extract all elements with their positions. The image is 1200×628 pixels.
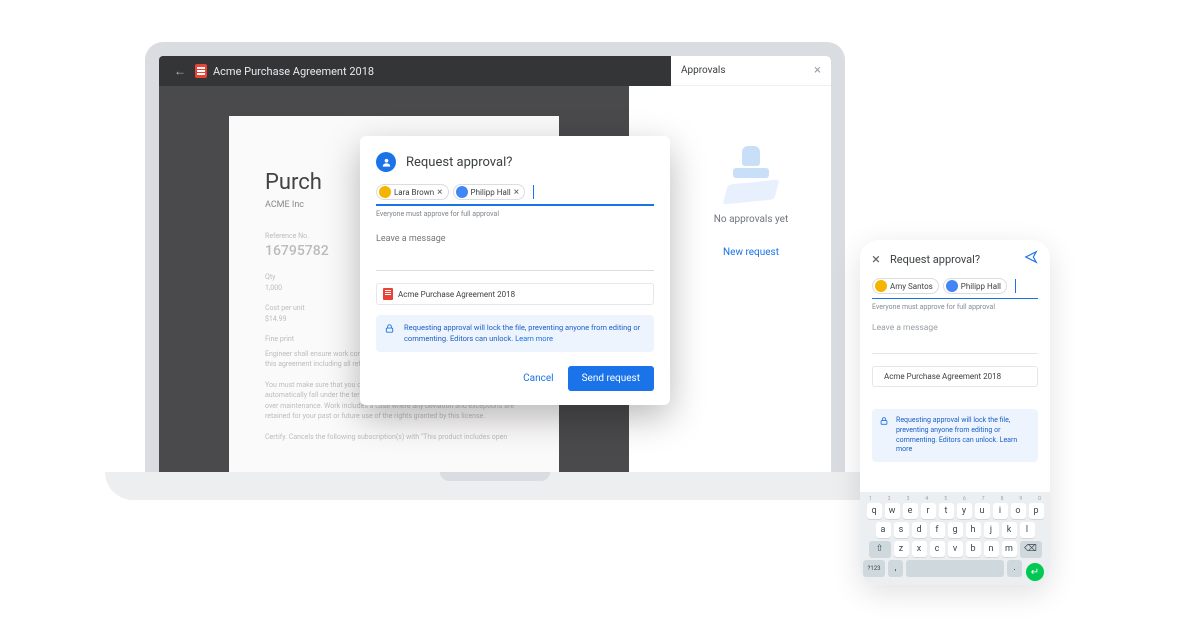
key-b[interactable]: b xyxy=(966,541,981,557)
approvers-input[interactable]: Amy Santos Philipp Hall xyxy=(872,278,1038,299)
phone-header: × Request approval? xyxy=(860,240,1050,278)
key-x[interactable]: x xyxy=(912,541,927,557)
key-d[interactable]: d xyxy=(912,522,927,538)
attachment-name: Acme Purchase Agreement 2018 xyxy=(884,372,1001,381)
soft-keyboard[interactable]: 1234567890 qwertyuiop asdfghjkl ⇧ zxcvbn… xyxy=(860,492,1050,585)
message-input[interactable] xyxy=(376,228,654,271)
keyboard-row: ⇧ zxcvbnm⌫ xyxy=(863,541,1047,557)
key-t[interactable]: t xyxy=(939,503,954,519)
key-m[interactable]: m xyxy=(1002,541,1017,557)
body-text: Certify. Cancels the following subscript… xyxy=(265,432,523,443)
info-text: Requesting approval will lock the file, … xyxy=(404,323,646,344)
info-banner: Requesting approval will lock the file, … xyxy=(872,409,1038,462)
chip-label: Philipp Hall xyxy=(961,282,1001,291)
space-key[interactable] xyxy=(906,560,1004,576)
avatar xyxy=(946,280,958,292)
key-n[interactable]: n xyxy=(984,541,999,557)
key-f[interactable]: f xyxy=(930,522,945,538)
lock-icon xyxy=(384,323,396,344)
remove-chip-icon[interactable]: × xyxy=(437,187,442,198)
key-w[interactable]: w xyxy=(885,503,900,519)
key-j[interactable]: j xyxy=(984,522,999,538)
remove-chip-icon[interactable]: × xyxy=(514,187,519,198)
new-request-link[interactable]: New request xyxy=(671,247,831,258)
key-k[interactable]: k xyxy=(1002,522,1017,538)
number-hints: 1234567890 xyxy=(863,496,1047,503)
text-cursor xyxy=(1015,279,1016,293)
comma-key[interactable]: , xyxy=(888,560,903,576)
request-approval-modal: Request approval? Lara Brown × Philipp H… xyxy=(360,136,670,405)
key-v[interactable]: v xyxy=(948,541,963,557)
approver-chip[interactable]: Philipp Hall × xyxy=(453,184,526,200)
key-q[interactable]: q xyxy=(867,503,882,519)
mode-key[interactable]: ?123 xyxy=(863,560,885,576)
pdf-icon xyxy=(383,288,393,300)
key-u[interactable]: u xyxy=(975,503,990,519)
key-g[interactable]: g xyxy=(948,522,963,538)
approvers-hint: Everyone must approve for full approval xyxy=(872,303,1038,311)
cancel-button[interactable]: Cancel xyxy=(519,366,557,391)
doc-title: Acme Purchase Agreement 2018 xyxy=(213,65,374,78)
pdf-icon xyxy=(195,64,207,78)
key-e[interactable]: e xyxy=(903,503,918,519)
info-text: Requesting approval will lock the file, … xyxy=(896,416,1031,455)
attachment-name: Acme Purchase Agreement 2018 xyxy=(398,290,515,299)
close-icon[interactable]: × xyxy=(814,63,821,78)
person-icon xyxy=(376,152,396,172)
approver-chip[interactable]: Lara Brown × xyxy=(376,184,449,200)
empty-state-text: No approvals yet xyxy=(671,214,831,225)
approvers-input[interactable]: Lara Brown × Philipp Hall × xyxy=(376,184,654,206)
phone-title: Request approval? xyxy=(890,253,1014,266)
laptop-base xyxy=(105,472,885,500)
key-o[interactable]: o xyxy=(1011,503,1026,519)
approver-chip[interactable]: Philipp Hall xyxy=(943,278,1007,294)
info-banner: Requesting approval will lock the file, … xyxy=(376,315,654,352)
approvers-hint: Everyone must approve for full approval xyxy=(376,210,654,218)
approvals-title: Approvals xyxy=(681,65,725,76)
key-r[interactable]: r xyxy=(921,503,936,519)
enter-fab[interactable]: ↵ xyxy=(1026,563,1044,581)
approvals-header: Approvals × xyxy=(671,56,831,86)
key-z[interactable]: z xyxy=(894,541,909,557)
attachment-chip[interactable]: Acme Purchase Agreement 2018 xyxy=(376,283,654,305)
attachment-chip[interactable]: Acme Purchase Agreement 2018 xyxy=(872,366,1038,387)
key-s[interactable]: s xyxy=(894,522,909,538)
message-input[interactable]: Leave a message xyxy=(872,317,1038,354)
stamp-illustration xyxy=(724,146,778,200)
approvals-panel: Approvals × No approvals yet New request xyxy=(671,56,831,472)
backspace-key[interactable]: ⌫ xyxy=(1020,541,1042,557)
key-h[interactable]: h xyxy=(966,522,981,538)
key-y[interactable]: y xyxy=(957,503,972,519)
keyboard-row: ?123 , . xyxy=(863,560,1047,576)
keyboard-row: asdfghjkl xyxy=(863,522,1047,538)
key-c[interactable]: c xyxy=(930,541,945,557)
close-icon[interactable]: × xyxy=(872,250,880,268)
chip-label: Philipp Hall xyxy=(471,188,511,197)
avatar xyxy=(875,280,887,292)
keyboard-row: qwertyuiop xyxy=(863,503,1047,519)
approver-chip[interactable]: Amy Santos xyxy=(872,278,939,294)
chip-label: Lara Brown xyxy=(394,188,434,197)
lock-icon xyxy=(879,416,889,455)
key-p[interactable]: p xyxy=(1029,503,1044,519)
shift-key[interactable]: ⇧ xyxy=(869,541,891,557)
back-icon[interactable]: ← xyxy=(173,64,187,78)
key-l[interactable]: l xyxy=(1020,522,1035,538)
text-cursor xyxy=(533,185,534,199)
send-request-button[interactable]: Send request xyxy=(568,366,654,391)
avatar xyxy=(456,186,468,198)
send-icon[interactable] xyxy=(1024,250,1038,268)
key-a[interactable]: a xyxy=(876,522,891,538)
phone-frame: × Request approval? Amy Santos Philipp H… xyxy=(860,240,1050,585)
key-i[interactable]: i xyxy=(993,503,1008,519)
chip-label: Amy Santos xyxy=(890,282,933,291)
learn-more-link[interactable]: Learn more xyxy=(515,334,553,343)
modal-title: Request approval? xyxy=(406,155,512,170)
period-key[interactable]: . xyxy=(1007,560,1022,576)
avatar xyxy=(379,186,391,198)
